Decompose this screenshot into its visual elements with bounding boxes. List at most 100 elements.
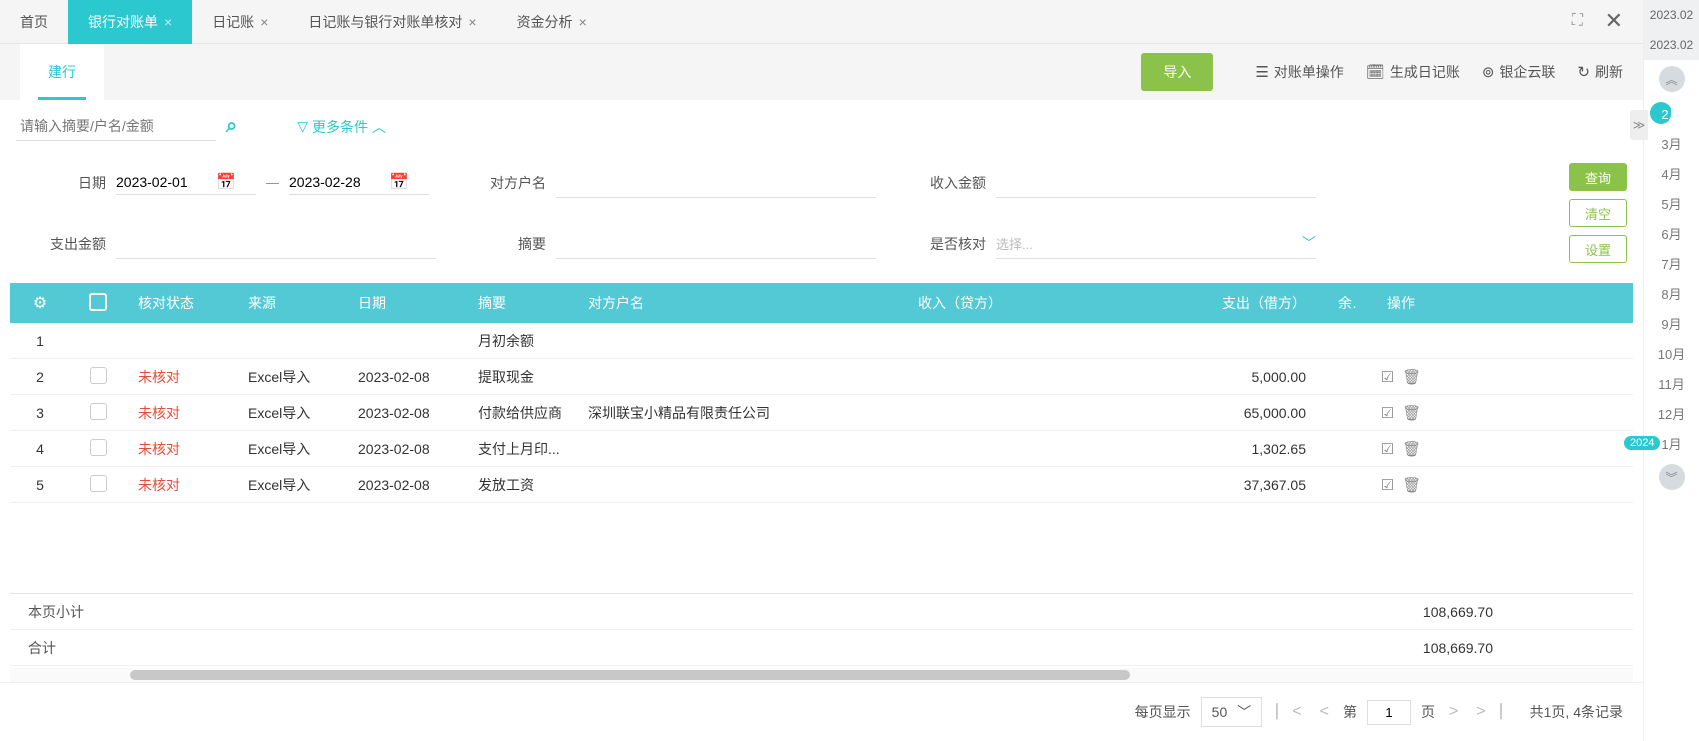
row-summary: 月初余额	[466, 331, 576, 351]
header-income[interactable]: 收入（贷方）	[906, 293, 1116, 313]
row-checkbox[interactable]	[90, 475, 107, 492]
row-status: 未核对	[138, 405, 180, 421]
rail-month[interactable]: 6月	[1644, 218, 1699, 248]
counterparty-input[interactable]	[556, 168, 876, 198]
rail-month[interactable]: 8月	[1644, 278, 1699, 308]
header-balance[interactable]: 余	[1326, 293, 1356, 313]
date-to-field[interactable]: 📅	[289, 170, 429, 195]
header-date[interactable]: 日期	[346, 293, 466, 313]
top-tab[interactable]: 日记账 ×	[192, 0, 288, 44]
row-expense: 1,302.65	[1116, 441, 1326, 457]
calendar-icon[interactable]: 📅	[216, 172, 236, 192]
tab-label: 日记账	[212, 12, 254, 32]
list-icon: ☰	[1255, 63, 1268, 81]
rail-down-icon[interactable]: ︾	[1659, 464, 1685, 490]
check-icon[interactable]: ☑	[1381, 477, 1394, 494]
tab-close-icon[interactable]: ×	[579, 14, 587, 30]
check-icon[interactable]: ☑	[1381, 405, 1394, 422]
last-page-icon[interactable]: >⎹	[1472, 703, 1505, 721]
select-all-checkbox[interactable]	[89, 293, 107, 311]
date-from-field[interactable]: 📅	[116, 170, 256, 195]
delete-icon[interactable]: 🗑	[1402, 477, 1421, 494]
tab-label: 银行对账单	[88, 12, 158, 32]
total-expense: 108,669.70	[1303, 640, 1513, 656]
calendar-icon[interactable]: 📅	[389, 172, 409, 192]
date-from-input[interactable]	[116, 170, 216, 194]
rail-month[interactable]: 9月	[1644, 308, 1699, 338]
counterparty-label: 对方户名	[456, 173, 556, 193]
row-status: 未核对	[138, 441, 180, 457]
row-checkbox[interactable]	[90, 403, 107, 420]
header-source[interactable]: 来源	[236, 293, 346, 313]
row-date: 2023-02-08	[346, 441, 466, 457]
refresh-link[interactable]: ↻刷新	[1577, 62, 1623, 82]
header-account[interactable]: 对方户名	[576, 293, 906, 313]
gear-icon[interactable]: ⚙	[33, 295, 47, 312]
table-row[interactable]: 5未核对Excel导入2023-02-08发放工资37,367.05☑🗑	[10, 467, 1633, 503]
top-tab[interactable]: 首页	[0, 0, 68, 44]
row-index: 2	[10, 369, 70, 385]
summary-input[interactable]	[556, 229, 876, 259]
chevron-up-icon: ︿	[372, 117, 386, 137]
more-conditions-toggle[interactable]: ▽ 更多条件 ︿	[297, 117, 386, 137]
table-row[interactable]: 4未核对Excel导入2023-02-08支付上月印...1,302.65☑🗑	[10, 431, 1633, 467]
check-icon[interactable]: ☑	[1381, 369, 1394, 386]
rail-month[interactable]: 1月2024	[1644, 428, 1699, 458]
per-page-select[interactable]: 50 ﹀	[1201, 697, 1263, 727]
expense-input[interactable]	[116, 229, 436, 259]
rail-year-top[interactable]: 2023.02	[1644, 0, 1699, 30]
row-source: Excel导入	[236, 367, 346, 387]
rail-month[interactable]: 11月	[1644, 368, 1699, 398]
table-row[interactable]: 1月初余额	[10, 323, 1633, 359]
header-summary[interactable]: 摘要	[466, 293, 576, 313]
rail-month[interactable]: 12月	[1644, 398, 1699, 428]
generate-journal-link[interactable]: 🗓生成日记账	[1366, 62, 1460, 82]
rail-up-icon[interactable]: ︽	[1659, 66, 1685, 92]
settings-button[interactable]: 设置	[1569, 235, 1627, 263]
row-checkbox[interactable]	[90, 439, 107, 456]
horizontal-scrollbar[interactable]	[10, 668, 1633, 682]
bank-cloud-link[interactable]: ⊚银企云联	[1482, 62, 1556, 82]
top-tab[interactable]: 资金分析×	[497, 0, 607, 44]
fullscreen-icon[interactable]: ⛶	[1572, 12, 1583, 30]
next-page-icon[interactable]: >	[1445, 703, 1462, 721]
search-input[interactable]	[16, 112, 216, 141]
table-row[interactable]: 3未核对Excel导入2023-02-08付款给供应商深圳联宝小精品有限责任公司…	[10, 395, 1633, 431]
delete-icon[interactable]: 🗑	[1402, 405, 1421, 422]
check-icon[interactable]: ☑	[1381, 441, 1394, 458]
import-button[interactable]: 导入	[1141, 53, 1213, 91]
delete-icon[interactable]: 🗑	[1402, 441, 1421, 458]
table-row[interactable]: 2未核对Excel导入2023-02-08提取现金5,000.00☑🗑	[10, 359, 1633, 395]
calendar-icon: 🗓	[1366, 63, 1385, 81]
prev-page-icon[interactable]: <	[1316, 703, 1333, 721]
income-input[interactable]	[996, 168, 1316, 198]
rail-month[interactable]: 5月	[1644, 188, 1699, 218]
search-icon[interactable]: ⌕	[226, 115, 237, 138]
query-button[interactable]: 查询	[1569, 163, 1627, 191]
top-tab[interactable]: 日记账与银行对账单核对×	[288, 0, 496, 44]
rail-month[interactable]: 10月	[1644, 338, 1699, 368]
reconciled-select[interactable]: 选择... ﹀	[996, 229, 1316, 259]
row-checkbox[interactable]	[90, 367, 107, 384]
tab-close-icon[interactable]: ×	[164, 14, 172, 30]
row-source: Excel导入	[236, 439, 346, 459]
tab-close-icon[interactable]: ×	[468, 14, 476, 30]
rail-month[interactable]: 3月	[1644, 128, 1699, 158]
rail-month[interactable]: 7月	[1644, 248, 1699, 278]
sub-tab-bank[interactable]: 建行	[20, 44, 104, 100]
header-status[interactable]: 核对状态	[126, 293, 236, 313]
header-expense[interactable]: 支出（借方）	[1116, 293, 1326, 313]
close-icon[interactable]: ✕	[1605, 8, 1623, 34]
first-page-icon[interactable]: ⎸<	[1272, 703, 1305, 721]
rail-year-top2[interactable]: 2023.02	[1644, 30, 1699, 60]
top-tab[interactable]: 银行对账单 ×	[68, 0, 192, 44]
clear-button[interactable]: 清空	[1569, 199, 1627, 227]
page-input[interactable]	[1367, 700, 1411, 725]
statement-ops-link[interactable]: ☰对账单操作	[1255, 62, 1343, 82]
date-to-input[interactable]	[289, 170, 389, 194]
tab-close-icon[interactable]: ×	[260, 14, 268, 30]
rail-month[interactable]: 4月	[1644, 158, 1699, 188]
row-expense: 5,000.00	[1116, 369, 1326, 385]
delete-icon[interactable]: 🗑	[1402, 369, 1421, 386]
rail-month[interactable]: 2月	[1644, 98, 1699, 128]
